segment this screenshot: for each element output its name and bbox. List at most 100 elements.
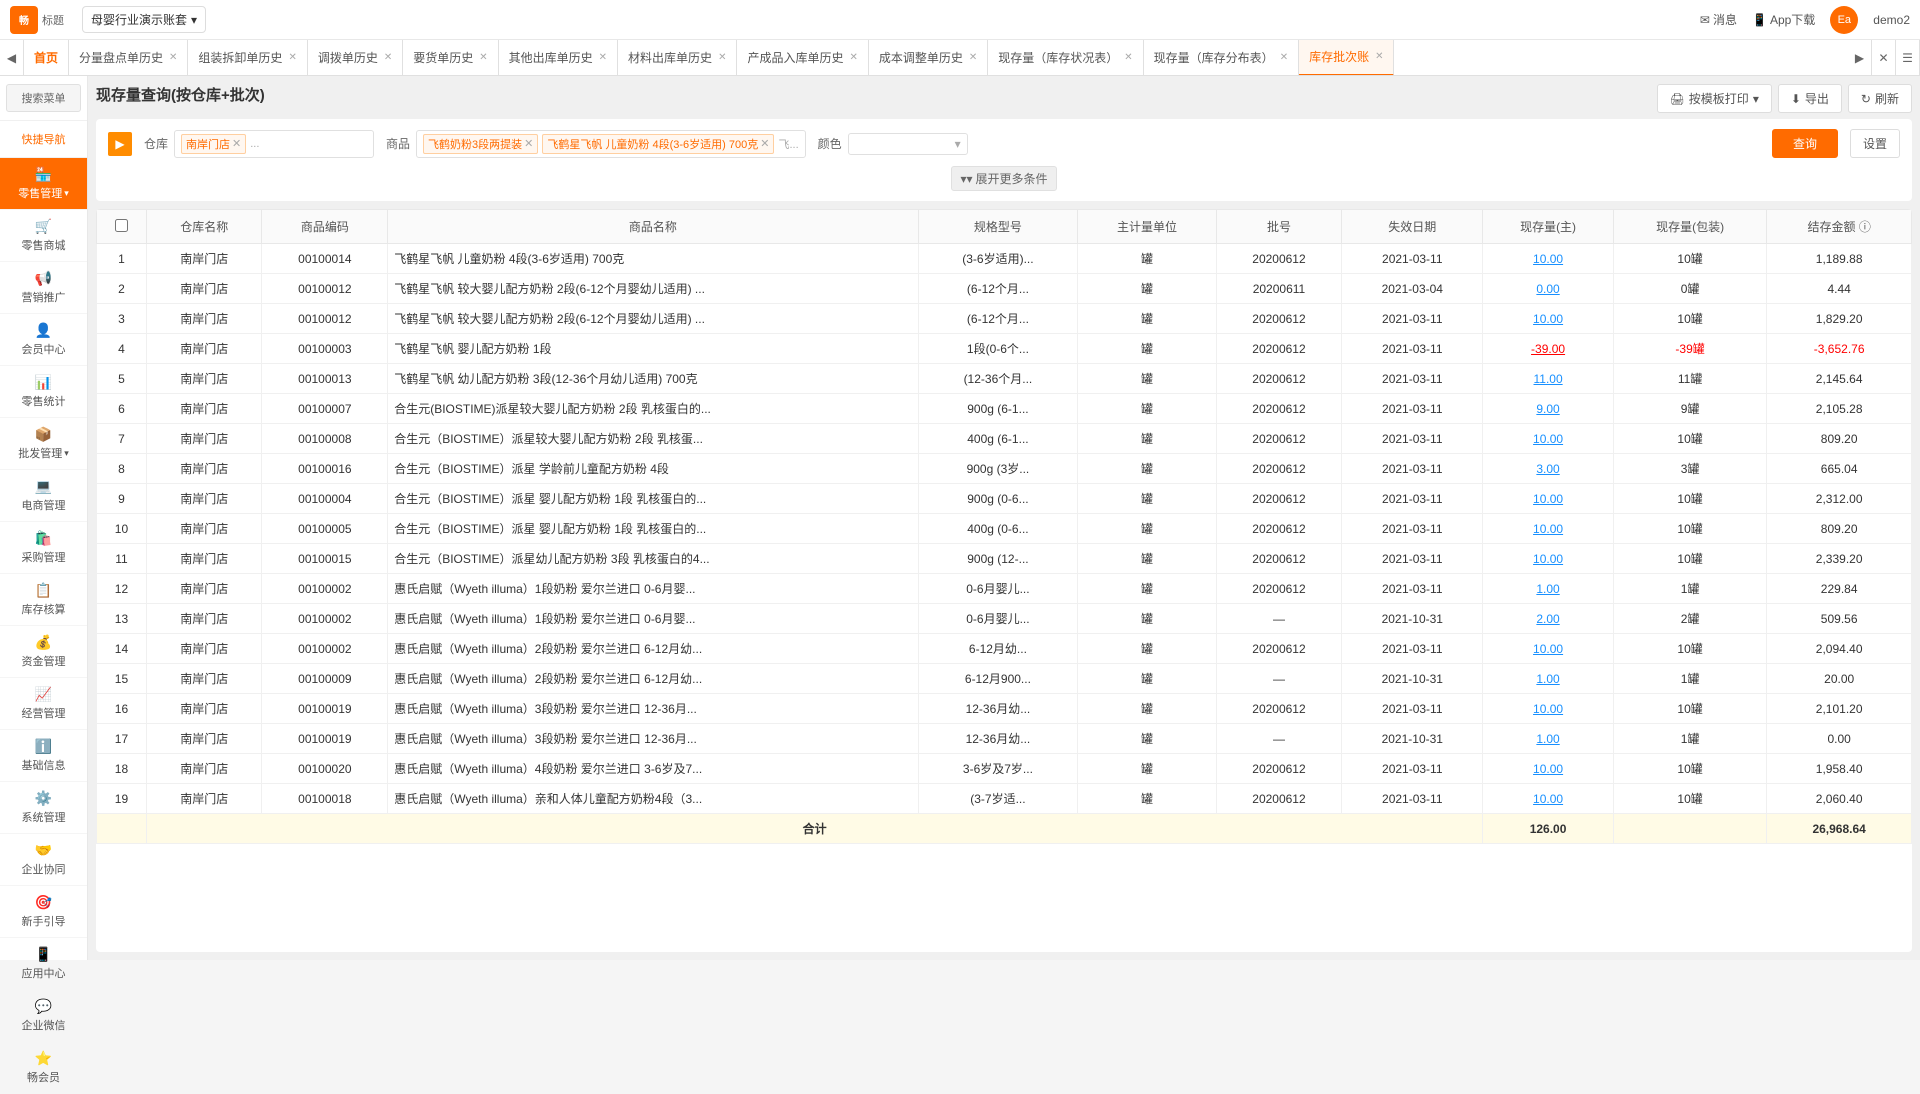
sidebar-item-16[interactable]: 💬 企业微信	[0, 990, 87, 1042]
export-btn[interactable]: ⬇ 导出	[1778, 84, 1842, 113]
sidebar-item-7[interactable]: 🛍️ 采购管理	[0, 522, 87, 574]
tab-close-1[interactable]: ✕	[169, 52, 177, 63]
tab-close-9[interactable]: ✕	[1124, 52, 1132, 63]
tab-close-2[interactable]: ✕	[288, 52, 296, 63]
td-qty-main-5[interactable]: 9.00	[1483, 394, 1614, 424]
td-qty-main-14[interactable]: 1.00	[1483, 664, 1614, 694]
sidebar-item-6[interactable]: 💻 电商管理	[0, 470, 87, 522]
tab-item-7[interactable]: 产成品入库单历史✕	[737, 40, 868, 76]
tab-label-10: 现存量（库存分布表）	[1154, 49, 1274, 66]
td-qty-main-18[interactable]: 10.00	[1483, 784, 1614, 814]
table-row: 18 南岸门店 00100020 惠氏启赋（Wyeth illuma）4段奶粉 …	[97, 754, 1912, 784]
refresh-btn[interactable]: ↻ 刷新	[1848, 84, 1912, 113]
td-qty-main-4[interactable]: 11.00	[1483, 364, 1614, 394]
td-qty-main-9[interactable]: 10.00	[1483, 514, 1614, 544]
tab-item-3[interactable]: 调拨单历史 ✕	[308, 40, 403, 76]
td-qty-main-1[interactable]: 0.00	[1483, 274, 1614, 304]
product-tag-0[interactable]: 飞鹤奶粉3段两提装 ✕	[423, 134, 538, 154]
sidebar-item-2[interactable]: 📢 营销推广	[0, 262, 87, 314]
td-qty-main-12[interactable]: 2.00	[1483, 604, 1614, 634]
sidebar-item-15[interactable]: 📱 应用中心	[0, 938, 87, 990]
td-warehouse-16: 南岸门店	[146, 724, 262, 754]
product-tag-1[interactable]: 飞鹤星飞帆 儿童奶粉 4段(3-6岁适用) 700克 ✕	[542, 134, 774, 154]
td-unit-18: 罐	[1078, 784, 1216, 814]
tab-item-2[interactable]: 组装拆卸单历史✕	[188, 40, 307, 76]
sidebar-item-9[interactable]: 💰 资金管理	[0, 626, 87, 678]
color-input[interactable]: ▾	[848, 133, 968, 155]
td-qty-main-2[interactable]: 10.00	[1483, 304, 1614, 334]
warehouse-input[interactable]: 南岸门店 ✕ ...	[174, 130, 374, 158]
sidebar-item-10[interactable]: 📈 经营管理	[0, 678, 87, 730]
sidebar-icon-12: ⚙️	[4, 790, 83, 807]
filter-toggle-btn[interactable]: ▶	[108, 132, 132, 156]
tab-item-6[interactable]: 材料出库单历史✕	[618, 40, 737, 76]
td-qty-main-3[interactable]: -39.00	[1483, 334, 1614, 364]
app-download-btn[interactable]: 📱 App下载	[1752, 11, 1815, 28]
warehouse-tag-close-0[interactable]: ✕	[232, 137, 241, 150]
quick-nav-btn[interactable]: 快捷导航	[6, 127, 81, 151]
sidebar-item-12[interactable]: ⚙️ 系统管理	[0, 782, 87, 834]
select-all-checkbox[interactable]	[115, 219, 128, 232]
tab-close-11[interactable]: ✕	[1375, 51, 1383, 62]
sidebar-item-4[interactable]: 📊 零售统计	[0, 366, 87, 418]
th-checkbox[interactable]	[97, 210, 147, 244]
sidebar-item-13[interactable]: 🤝 企业协同	[0, 834, 87, 886]
user-avatar[interactable]: Ea	[1830, 6, 1858, 34]
product-tag-close-0[interactable]: ✕	[524, 137, 533, 150]
sidebar-item-17[interactable]: ⭐ 畅会员	[0, 1042, 87, 1094]
tab-close-5[interactable]: ✕	[599, 52, 607, 63]
td-qty-main-10[interactable]: 10.00	[1483, 544, 1614, 574]
tab-close-all[interactable]: ✕	[1872, 40, 1896, 76]
print-btn[interactable]: 🖨 按模板打印 ▾	[1657, 84, 1772, 113]
td-qty-main-11[interactable]: 1.00	[1483, 574, 1614, 604]
tab-item-5[interactable]: 其他出库单历史✕	[499, 40, 618, 76]
tab-item-11[interactable]: 库存批次账✕	[1299, 40, 1394, 76]
warehouse-more[interactable]: ...	[250, 138, 259, 150]
sidebar-item-14[interactable]: 🎯 新手引导	[0, 886, 87, 938]
tab-close-3[interactable]: ✕	[384, 52, 392, 63]
tab-close-8[interactable]: ✕	[969, 52, 977, 63]
tab-menu[interactable]: ☰	[1896, 40, 1920, 76]
td-qty-main-16[interactable]: 1.00	[1483, 724, 1614, 754]
tab-close-6[interactable]: ✕	[718, 52, 726, 63]
td-qty-main-6[interactable]: 10.00	[1483, 424, 1614, 454]
warehouse-tag-0[interactable]: 南岸门店 ✕	[181, 134, 246, 154]
query-btn[interactable]: 查询	[1772, 129, 1838, 158]
tab-item-8[interactable]: 成本调整单历史✕	[869, 40, 988, 76]
settings-btn[interactable]: 设置	[1850, 129, 1900, 158]
td-batch-18: 20200612	[1216, 784, 1342, 814]
tab-close-7[interactable]: ✕	[849, 52, 857, 63]
td-qty-main-8[interactable]: 10.00	[1483, 484, 1614, 514]
td-qty-main-15[interactable]: 10.00	[1483, 694, 1614, 724]
sidebar-item-11[interactable]: ℹ️ 基础信息	[0, 730, 87, 782]
sidebar-item-8[interactable]: 📋 库存核算	[0, 574, 87, 626]
td-qty-main-0[interactable]: 10.00	[1483, 244, 1614, 274]
sidebar-item-3[interactable]: 👤 会员中心	[0, 314, 87, 366]
tab-close-10[interactable]: ✕	[1280, 52, 1288, 63]
tab-item-10[interactable]: 现存量（库存分布表） ✕	[1144, 40, 1299, 76]
tab-item-0[interactable]: 首页	[24, 40, 69, 76]
product-input[interactable]: 飞鹤奶粉3段两提装 ✕ 飞鹤星飞帆 儿童奶粉 4段(3-6岁适用) 700克 ✕…	[416, 130, 806, 158]
td-qty-main-7[interactable]: 3.00	[1483, 454, 1614, 484]
product-tag-close-1[interactable]: ✕	[760, 137, 769, 150]
tab-item-4[interactable]: 要货单历史✕	[403, 40, 498, 76]
sidebar-item-5[interactable]: 📦 批发管理 ▾	[0, 418, 87, 470]
search-menu-btn[interactable]: 搜索菜单	[6, 84, 81, 112]
tab-close-4[interactable]: ✕	[479, 52, 487, 63]
tab-nav-prev[interactable]: ◀	[0, 40, 24, 76]
tab-item-9[interactable]: 现存量（库存状况表）✕	[988, 40, 1143, 76]
tab-label-3: 调拨单历史	[318, 49, 378, 66]
message-btn[interactable]: ✉ 消息	[1700, 11, 1737, 28]
td-qty-main-17[interactable]: 10.00	[1483, 754, 1614, 784]
td-expiry-8: 2021-03-11	[1342, 484, 1483, 514]
expand-btn[interactable]: ▾▾ 展开更多条件	[951, 166, 1056, 191]
tab-nav-next[interactable]: ▶	[1848, 40, 1872, 76]
sidebar-item-1[interactable]: 🛒 零售商城	[0, 210, 87, 262]
product-more[interactable]: 飞...	[778, 136, 798, 152]
sidebar-item-0[interactable]: 🏪 零售管理 ▾	[0, 158, 87, 210]
table-row: 8 南岸门店 00100016 合生元（BIOSTIME）派星 学龄前儿童配方奶…	[97, 454, 1912, 484]
tab-item-1[interactable]: 分量盘点单历史✕	[69, 40, 188, 76]
td-qty-main-13[interactable]: 10.00	[1483, 634, 1614, 664]
org-selector[interactable]: 母婴行业演示账套 ▾	[82, 6, 206, 33]
top-bar: 畅 标题 母婴行业演示账套 ▾ ✉ 消息 📱 App下载 Ea demo2	[0, 0, 1920, 40]
